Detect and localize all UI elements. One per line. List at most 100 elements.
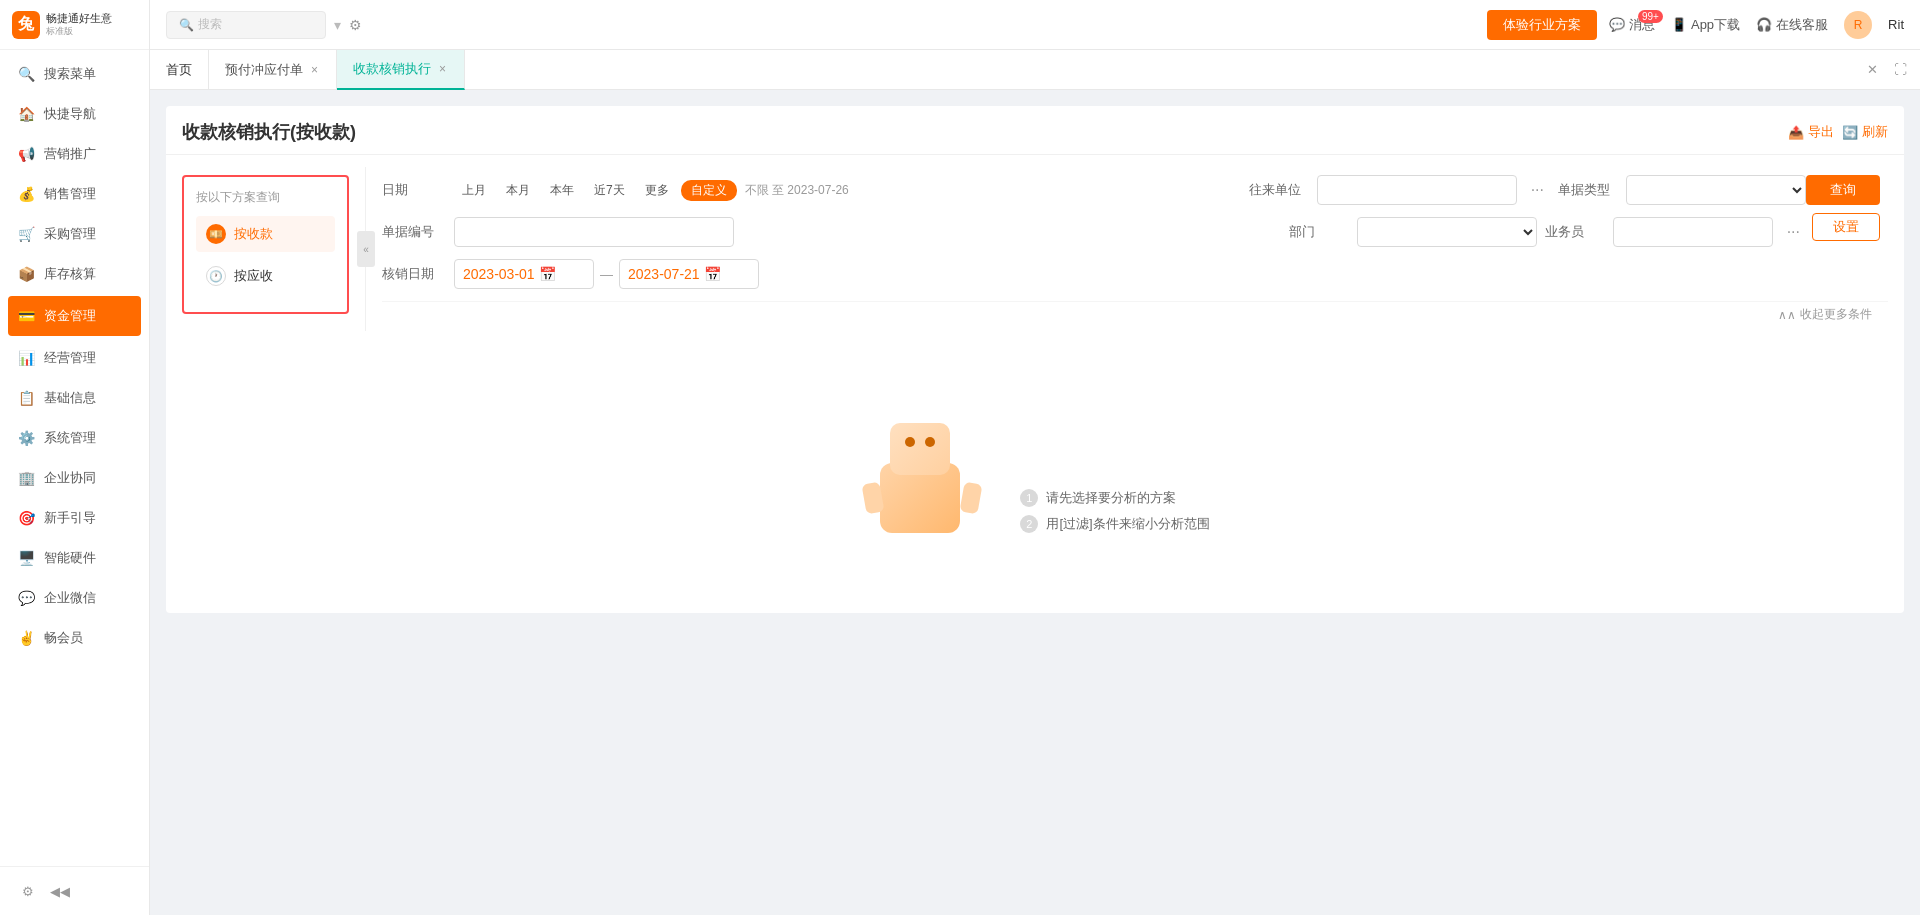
counterpart-more-icon[interactable]: ···: [1525, 177, 1550, 203]
filter-option-by-receipt[interactable]: 💴 按收款: [196, 216, 335, 252]
basic-info-icon: 📋: [16, 388, 36, 408]
tab-prepay[interactable]: 预付冲应付单 ×: [209, 50, 337, 90]
sidebar-label-basic-info: 基础信息: [44, 389, 96, 407]
sidebar-bottom: ⚙ ◀◀: [0, 866, 149, 915]
app-download-button[interactable]: 📱 App下载: [1671, 16, 1740, 34]
sidebar-label-purchase: 采购管理: [44, 225, 96, 243]
hint-item-1: 1 请先选择要分析的方案: [1020, 489, 1209, 507]
online-service-label: 在线客服: [1776, 16, 1828, 34]
sidebar-label-capital: 资金管理: [44, 307, 96, 325]
doc-no-input[interactable]: [454, 217, 734, 247]
staff-label: 业务员: [1545, 223, 1605, 241]
dept-select[interactable]: [1357, 217, 1537, 247]
filter-option-by-receivable[interactable]: 🕐 按应收: [196, 258, 335, 294]
tab-receivable[interactable]: 收款核销执行 ×: [337, 50, 465, 90]
sidebar-item-inventory[interactable]: 📦 库存核算: [0, 254, 149, 294]
hint-text-2: 用[过滤]条件来缩小分析范围: [1046, 515, 1209, 533]
verify-date-start-input[interactable]: 2023-03-01 📅: [454, 259, 594, 289]
sidebar-item-guide[interactable]: 🎯 新手引导: [0, 498, 149, 538]
verify-date-end-input[interactable]: 2023-07-21 📅: [619, 259, 759, 289]
sidebar-item-operations[interactable]: 📊 经营管理: [0, 338, 149, 378]
tab-expand-button[interactable]: ⛶: [1888, 58, 1912, 82]
export-icon: 📤: [1788, 125, 1804, 140]
tab-home[interactable]: 首页: [150, 50, 209, 90]
tab-close-all-button[interactable]: ✕: [1860, 58, 1884, 82]
topbar: 🔍 搜索 ▾ ⚙ 体验行业方案 💬 消息 99+ 📱 App下载 🎧 在线客服 …: [150, 0, 1920, 50]
empty-robot-illustration: [860, 423, 980, 533]
filter-options-title: 按以下方案查询: [196, 189, 335, 206]
capital-icon: 💳: [16, 306, 36, 326]
collapse-sidebar-icon[interactable]: ◀◀: [48, 879, 72, 903]
member-icon: ✌️: [16, 628, 36, 648]
sidebar-label-marketing: 营销推广: [44, 145, 96, 163]
staff-more-icon[interactable]: ···: [1781, 219, 1806, 245]
message-badge: 99+: [1638, 10, 1663, 23]
sidebar-label-quick-nav: 快捷导航: [44, 105, 96, 123]
hint-num-1: 1: [1020, 489, 1038, 507]
custom-date-btn[interactable]: 自定义: [681, 180, 737, 201]
sidebar-item-wechat[interactable]: 💬 企业微信: [0, 578, 149, 618]
counterpart-input[interactable]: [1317, 175, 1517, 205]
more-date-btn[interactable]: 更多: [637, 180, 677, 201]
sidebar-item-smart-hw[interactable]: 🖥️ 智能硬件: [0, 538, 149, 578]
verify-date-label: 核销日期: [382, 265, 442, 283]
sales-icon: 💰: [16, 184, 36, 204]
guide-icon: 🎯: [16, 508, 36, 528]
sidebar-item-quick-nav[interactable]: 🏠 快捷导航: [0, 94, 149, 134]
sidebar-item-search-menu[interactable]: 🔍 搜索菜单: [0, 54, 149, 94]
by-receivable-icon: 🕐: [206, 266, 226, 286]
dropdown-arrow-icon[interactable]: ▾: [334, 17, 341, 33]
settings-bottom-icon[interactable]: ⚙: [16, 879, 40, 903]
empty-hints: 1 请先选择要分析的方案 2 用[过滤]条件来缩小分析范围: [1020, 489, 1209, 533]
username-label: Rit: [1888, 17, 1904, 32]
search-box[interactable]: 🔍 搜索: [166, 11, 326, 39]
sidebar-item-purchase[interactable]: 🛒 采购管理: [0, 214, 149, 254]
tab-prepay-label: 预付冲应付单: [225, 61, 303, 79]
industry-solution-button[interactable]: 体验行业方案: [1487, 10, 1597, 40]
staff-input[interactable]: [1613, 217, 1773, 247]
collapse-more-label: 收起更多条件: [1800, 306, 1872, 323]
message-icon: 💬: [1609, 17, 1625, 32]
by-receipt-label: 按收款: [234, 225, 273, 243]
filter-left-panel: 按以下方案查询 💴 按收款 🕐 按应收 «: [166, 167, 366, 331]
tab-prepay-close[interactable]: ×: [309, 62, 320, 78]
smart-hw-icon: 🖥️: [16, 548, 36, 568]
inventory-icon: 📦: [16, 264, 36, 284]
settings-gear-icon[interactable]: ⚙: [349, 17, 362, 33]
query-button[interactable]: 查询: [1806, 175, 1880, 205]
sidebar-item-member[interactable]: ✌️ 畅会员: [0, 618, 149, 658]
sidebar-label-inventory: 库存核算: [44, 265, 96, 283]
sidebar-item-system[interactable]: ⚙️ 系统管理: [0, 418, 149, 458]
headset-icon: 🎧: [1756, 17, 1772, 32]
refresh-button[interactable]: 🔄 刷新: [1842, 123, 1888, 141]
this-month-btn[interactable]: 本月: [498, 180, 538, 201]
this-year-btn[interactable]: 本年: [542, 180, 582, 201]
purchase-icon: 🛒: [16, 224, 36, 244]
export-button[interactable]: 📤 导出: [1788, 123, 1834, 141]
collapse-more-button[interactable]: ∧∧ 收起更多条件: [382, 301, 1888, 331]
refresh-label: 刷新: [1862, 123, 1888, 141]
topbar-search-area: 🔍 搜索 ▾ ⚙: [166, 11, 1475, 39]
page-title: 收款核销执行(按收款): [182, 120, 356, 144]
last-month-btn[interactable]: 上月: [454, 180, 494, 201]
tab-receivable-close[interactable]: ×: [437, 61, 448, 77]
message-button[interactable]: 💬 消息 99+: [1609, 16, 1655, 34]
sidebar-item-capital[interactable]: 💳 资金管理: [8, 296, 141, 336]
verify-date-start-value: 2023-03-01: [463, 266, 535, 282]
counterpart-label: 往来单位: [1249, 181, 1309, 199]
sidebar-label-enterprise: 企业协同: [44, 469, 96, 487]
sidebar-item-enterprise[interactable]: 🏢 企业协同: [0, 458, 149, 498]
sidebar-label-guide: 新手引导: [44, 509, 96, 527]
left-panel-collapse-button[interactable]: «: [357, 231, 375, 267]
sidebar-item-sales[interactable]: 💰 销售管理: [0, 174, 149, 214]
chevron-up-icon: ∧∧: [1778, 308, 1796, 322]
main: 🔍 搜索 ▾ ⚙ 体验行业方案 💬 消息 99+ 📱 App下载 🎧 在线客服 …: [150, 0, 1920, 915]
last-7days-btn[interactable]: 近7天: [586, 180, 633, 201]
sidebar-item-marketing[interactable]: 📢 营销推广: [0, 134, 149, 174]
sidebar-label-member: 畅会员: [44, 629, 83, 647]
setting-button[interactable]: 设置: [1812, 213, 1880, 241]
search-placeholder: 搜索: [198, 16, 222, 33]
online-service-button[interactable]: 🎧 在线客服: [1756, 16, 1828, 34]
sidebar-item-basic-info[interactable]: 📋 基础信息: [0, 378, 149, 418]
doc-type-select[interactable]: [1626, 175, 1806, 205]
